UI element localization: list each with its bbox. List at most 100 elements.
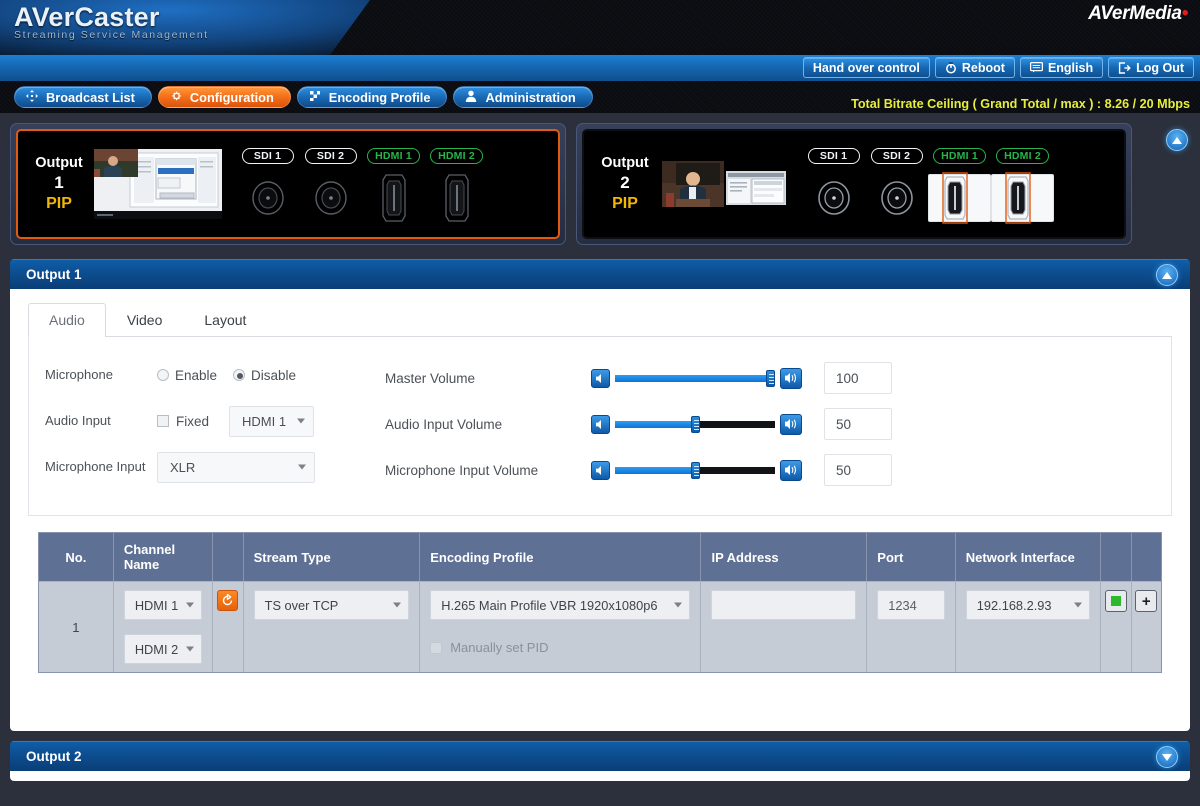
output-2-port-sdi-2[interactable]: SDI 2 xyxy=(865,146,928,222)
bnc-connector-icon xyxy=(865,174,928,222)
slider-handle[interactable] xyxy=(691,415,700,433)
cell-reset xyxy=(213,581,244,672)
master-volume-value[interactable]: 100 xyxy=(824,362,892,394)
table-header-row: No. Channel Name Stream Type Encoding Pr… xyxy=(39,532,1162,581)
output-2-port-sdi-1[interactable]: SDI 1 xyxy=(802,146,865,222)
hand-over-control-label: Hand over control xyxy=(812,60,920,75)
output-2-ports: SDI 1 SDI 2 HDMI 1 HDMI 2 xyxy=(802,146,1054,224)
gear-icon xyxy=(169,89,183,106)
row-number: 1 xyxy=(72,619,80,635)
logout-label: Log Out xyxy=(1136,60,1184,75)
output-1-port-hdmi-1[interactable]: HDMI 1 xyxy=(362,146,425,222)
output-2-panel: Output 2 xyxy=(10,741,1190,781)
output-preview-row: Output 1 PIP SDI 1 SDI 2 HDMI 1 HDMI 2 O… xyxy=(0,113,1200,245)
language-label: English xyxy=(1047,60,1094,75)
output-2-port-hdmi-1[interactable]: HDMI 1 xyxy=(928,146,991,224)
hdmi-connector-icon xyxy=(991,172,1054,224)
nav-item-administration[interactable]: Administration xyxy=(453,86,593,108)
port-input[interactable]: 1234 xyxy=(877,590,945,620)
language-button[interactable]: English xyxy=(1019,57,1104,78)
audio-input-volume-row: Audio Input Volume 50 xyxy=(385,401,1155,447)
column-header-actions xyxy=(213,532,244,581)
audio-input-volume-label: Audio Input Volume xyxy=(385,416,503,432)
column-header-no: No. xyxy=(39,532,114,581)
slider-handle[interactable] xyxy=(766,369,775,387)
output-2-port-hdmi-2[interactable]: HDMI 2 xyxy=(991,146,1054,224)
output-preview-card-1[interactable]: Output 1 PIP SDI 1 SDI 2 HDMI 1 HDMI 2 xyxy=(10,123,566,245)
brand: AVerCaster Streaming Service Management xyxy=(14,2,209,41)
tab-video[interactable]: Video xyxy=(106,303,184,337)
hdmi-connector-icon xyxy=(928,172,991,224)
volume-up-icon[interactable] xyxy=(780,413,802,435)
bnc-connector-icon xyxy=(299,174,362,222)
reboot-button[interactable]: Reboot xyxy=(934,57,1015,78)
microphone-input-select[interactable]: XLR xyxy=(157,451,315,483)
stream-type-select[interactable]: TS over TCP xyxy=(253,590,410,620)
channel-name-select-1[interactable]: HDMI 1 xyxy=(123,590,203,620)
chevron-down-icon xyxy=(186,646,195,652)
hand-over-control-button[interactable]: Hand over control xyxy=(802,57,930,78)
slider-handle[interactable] xyxy=(691,461,700,479)
cell-channel-name: HDMI 1 HDMI 2 xyxy=(113,581,214,672)
tab-audio[interactable]: Audio xyxy=(28,303,106,337)
output-2-panel-header[interactable]: Output 2 xyxy=(10,741,1190,771)
main-navigation: Broadcast List Configuration Encoding Pr… xyxy=(0,81,1200,113)
output-2-thumbnail[interactable] xyxy=(660,149,788,219)
output-1-panel-title: Output 1 xyxy=(26,267,82,282)
manually-set-pid-label: Manually set PID xyxy=(450,640,549,655)
nav-item-broadcast-list[interactable]: Broadcast List xyxy=(14,86,152,108)
collapse-output-1-button[interactable] xyxy=(1156,264,1178,286)
nav-item-encoding-profile-label: Encoding Profile xyxy=(328,89,431,105)
mute-icon[interactable] xyxy=(591,414,610,434)
output-2-port-sdi-2-label: SDI 2 xyxy=(870,148,923,164)
nav-item-encoding-profile[interactable]: Encoding Profile xyxy=(296,86,448,108)
encoding-profile-select[interactable]: H.265 Main Profile VBR 1920x1080p6 xyxy=(430,590,691,620)
checkbox-icon xyxy=(157,415,169,427)
user-icon xyxy=(464,89,478,106)
reset-icon[interactable] xyxy=(217,590,239,611)
bnc-connector-icon xyxy=(802,174,865,222)
volume-up-icon[interactable] xyxy=(780,459,802,481)
nav-item-configuration[interactable]: Configuration xyxy=(157,86,291,108)
output-1-panel-header[interactable]: Output 1 xyxy=(10,259,1190,289)
add-channel-button[interactable]: + xyxy=(1135,590,1158,612)
output-1-port-sdi-1[interactable]: SDI 1 xyxy=(236,146,299,222)
audio-input-volume-slider[interactable] xyxy=(615,415,775,433)
channel-name-select-2[interactable]: HDMI 2 xyxy=(123,634,203,664)
column-header-state xyxy=(1101,532,1132,581)
audio-input-fixed-checkbox[interactable]: Fixed xyxy=(157,414,209,429)
tab-layout[interactable]: Layout xyxy=(183,303,267,337)
audio-input-select[interactable]: HDMI 1 xyxy=(229,405,315,437)
volume-up-icon[interactable] xyxy=(780,367,802,389)
output-preview-card-2[interactable]: Output 2 PIP SDI 1 SDI 2 HDMI 1 HDMI 2 xyxy=(576,123,1132,245)
output-1-tabs: Audio Video Layout xyxy=(28,303,1172,337)
master-volume-slider[interactable] xyxy=(615,369,775,387)
network-interface-select[interactable]: 192.168.2.93 xyxy=(965,590,1091,620)
chevron-down-icon xyxy=(1162,753,1172,761)
microphone-disable-radio[interactable]: Disable xyxy=(233,368,296,383)
cell-no: 1 xyxy=(39,581,114,672)
move-icon xyxy=(25,89,39,106)
microphone-input-volume-value[interactable]: 50 xyxy=(824,454,892,486)
ip-address-input[interactable] xyxy=(711,590,857,620)
output-1-port-hdmi-2[interactable]: HDMI 2 xyxy=(425,146,488,222)
cell-add: + xyxy=(1131,581,1162,672)
mute-icon[interactable] xyxy=(591,460,610,480)
microphone-enable-radio[interactable]: Enable xyxy=(157,368,217,383)
output-1-thumbnail[interactable] xyxy=(94,149,222,219)
hdmi-connector-icon xyxy=(362,174,425,222)
top-toolbar: Hand over control Reboot English Log Out xyxy=(0,55,1200,81)
channel-table: No. Channel Name Stream Type Encoding Pr… xyxy=(38,532,1162,673)
logout-button[interactable]: Log Out xyxy=(1108,57,1194,78)
manually-set-pid-checkbox[interactable]: Manually set PID xyxy=(430,640,690,655)
stop-button[interactable] xyxy=(1104,590,1127,612)
output-1-port-sdi-2[interactable]: SDI 2 xyxy=(299,146,362,222)
channel-name-select-2-value: HDMI 2 xyxy=(134,641,179,657)
master-volume-label: Master Volume xyxy=(385,370,476,386)
expand-output-2-button[interactable] xyxy=(1156,746,1178,768)
collapse-previews-button[interactable] xyxy=(1166,129,1188,151)
microphone-input-volume-slider[interactable] xyxy=(615,461,775,479)
nav-item-broadcast-list-label: Broadcast List xyxy=(46,89,135,105)
audio-input-volume-value[interactable]: 50 xyxy=(824,408,892,440)
mute-icon[interactable] xyxy=(591,368,610,388)
